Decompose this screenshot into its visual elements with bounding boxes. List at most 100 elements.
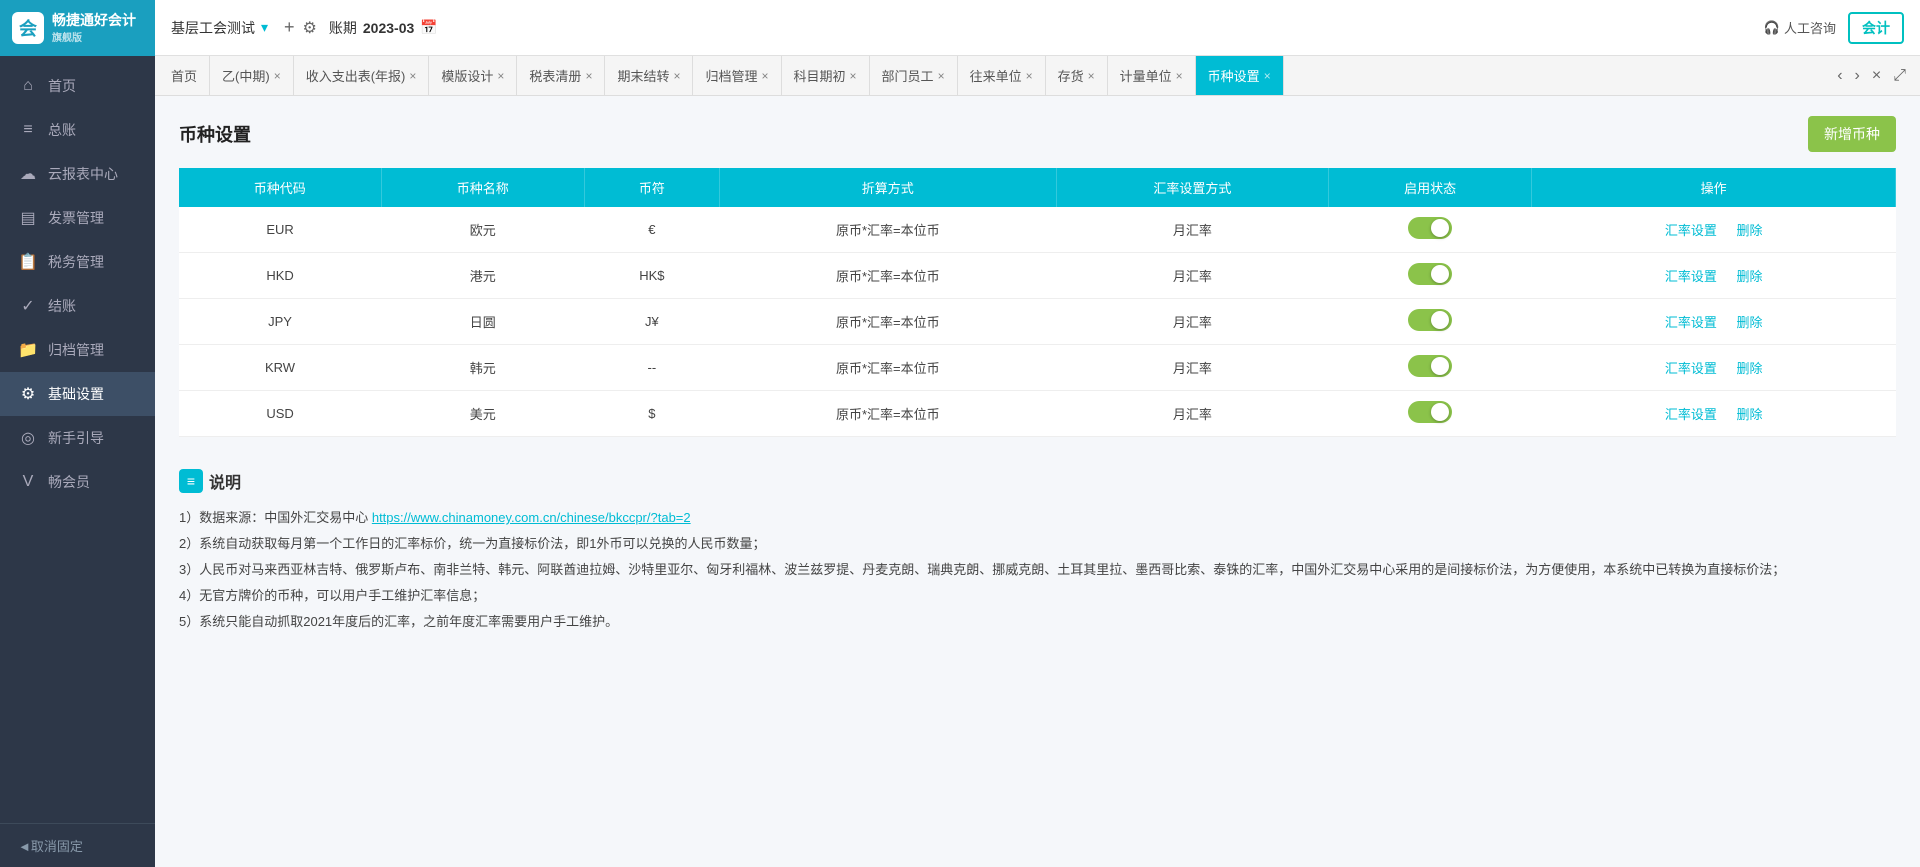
main-area: 基层工会测试 ▾ + ⚙ 账期 2023-03 📅 🎧 人工咨询 会计 首页 xyxy=(155,0,1920,867)
member-icon: V xyxy=(18,473,38,491)
accounting-button[interactable]: 会计 xyxy=(1848,12,1904,44)
settings-icon: ⚙ xyxy=(18,384,38,404)
tab-income[interactable]: 收入支出表(年报) × xyxy=(294,56,430,95)
tab-unit-close[interactable]: × xyxy=(1176,69,1183,83)
cell-name: 韩元 xyxy=(381,345,584,391)
cell-name: 美元 xyxy=(381,391,584,437)
cell-rate-type: 月汇率 xyxy=(1056,253,1328,299)
sidebar-item-home[interactable]: ⌂ 首页 xyxy=(0,64,155,108)
sidebar-item-guide[interactable]: ◎ 新手引导 xyxy=(0,416,155,460)
delete-link-eur[interactable]: 删除 xyxy=(1737,223,1763,238)
add-project-button[interactable]: + xyxy=(284,17,295,38)
rate-setting-link-usd[interactable]: 汇率设置 xyxy=(1665,407,1717,422)
calendar-icon[interactable]: 📅 xyxy=(420,19,437,36)
sidebar-item-archive[interactable]: 📁 归档管理 xyxy=(0,328,155,372)
delete-link-usd[interactable]: 删除 xyxy=(1737,407,1763,422)
tab-home-label: 首页 xyxy=(171,66,197,85)
project-name: 基层工会测试 xyxy=(171,18,255,38)
period-value: 2023-03 xyxy=(363,20,414,36)
tab-dept-close[interactable]: × xyxy=(938,69,945,83)
delete-link-krw[interactable]: 删除 xyxy=(1737,361,1763,376)
tab-template[interactable]: 模版设计 × xyxy=(429,56,517,95)
col-code: 币种代码 xyxy=(179,168,381,207)
toggle-usd[interactable] xyxy=(1408,401,1452,423)
tab-template-close[interactable]: × xyxy=(497,69,504,83)
tax-icon: 📋 xyxy=(18,252,38,272)
notes-item: 4）无官方牌价的币种，可以用户手工维护汇率信息； xyxy=(179,583,1896,609)
cell-actions: 汇率设置 删除 xyxy=(1532,253,1896,299)
tab-period-end-label: 期末结转 xyxy=(617,66,669,85)
project-selector[interactable]: 基层工会测试 ▾ xyxy=(171,18,268,38)
sidebar-item-invoice[interactable]: ▤ 发票管理 xyxy=(0,196,155,240)
rate-setting-link-krw[interactable]: 汇率设置 xyxy=(1665,361,1717,376)
tab-tax-label: 税表清册 xyxy=(529,66,581,85)
rate-setting-link-eur[interactable]: 汇率设置 xyxy=(1665,223,1717,238)
tab-next-icon[interactable]: › xyxy=(1851,65,1864,87)
tab-close-all-icon[interactable]: × xyxy=(1868,65,1885,87)
project-dropdown-icon[interactable]: ▾ xyxy=(261,19,268,36)
tab-archive-close[interactable]: × xyxy=(762,69,769,83)
tab-expand-icon[interactable]: ⤢ xyxy=(1889,65,1910,87)
sidebar-item-ledger[interactable]: ≡ 总账 xyxy=(0,108,155,152)
rate-setting-link-jpy[interactable]: 汇率设置 xyxy=(1665,315,1717,330)
tab-unit[interactable]: 计量单位 × xyxy=(1108,56,1196,95)
tab-currency-close[interactable]: × xyxy=(1264,69,1271,83)
sidebar-item-reports[interactable]: ☁ 云报表中心 xyxy=(0,152,155,196)
notes-item: 3）人民币对马来西亚林吉特、俄罗斯卢布、南非兰特、韩元、阿联酋迪拉姆、沙特里亚尔… xyxy=(179,557,1896,583)
tab-dept[interactable]: 部门员工 × xyxy=(870,56,958,95)
sidebar-item-settle[interactable]: ✓ 结账 xyxy=(0,284,155,328)
tab-prev-icon[interactable]: ‹ xyxy=(1833,65,1846,87)
tab-period-end[interactable]: 期末结转 × xyxy=(605,56,693,95)
new-currency-button[interactable]: 新增币种 xyxy=(1808,116,1896,152)
tab-period-close[interactable]: × xyxy=(274,69,281,83)
toggle-krw[interactable] xyxy=(1408,355,1452,377)
notes-section: ≡ 说明 1）数据来源：中国外汇交易中心 https://www.chinamo… xyxy=(179,469,1896,635)
consult-button[interactable]: 🎧 人工咨询 xyxy=(1764,18,1836,37)
app-logo: 会 畅捷通好会计 旗舰版 xyxy=(0,0,155,56)
cell-symbol: HK$ xyxy=(585,253,720,299)
tab-archive[interactable]: 归档管理 × xyxy=(693,56,781,95)
tab-inventory[interactable]: 存货 × xyxy=(1046,56,1108,95)
cell-toggle xyxy=(1328,391,1531,437)
tab-inventory-close[interactable]: × xyxy=(1088,69,1095,83)
tab-contact-label: 往来单位 xyxy=(970,66,1022,85)
tab-subjects[interactable]: 科目期初 × xyxy=(782,56,870,95)
sidebar-item-reports-label: 云报表中心 xyxy=(48,164,118,184)
tab-currency[interactable]: 币种设置 × xyxy=(1196,56,1284,95)
tab-contact[interactable]: 往来单位 × xyxy=(958,56,1046,95)
toggle-eur[interactable] xyxy=(1408,217,1452,239)
sidebar-item-settings[interactable]: ⚙ 基础设置 xyxy=(0,372,155,416)
sidebar-item-settings-label: 基础设置 xyxy=(48,384,104,404)
sidebar-item-settle-label: 结账 xyxy=(48,296,76,316)
delete-link-jpy[interactable]: 删除 xyxy=(1737,315,1763,330)
table-row: USD 美元 $ 原币*汇率=本位币 月汇率 汇率设置 删除 xyxy=(179,391,1896,437)
notes-external-link[interactable]: https://www.chinamoney.com.cn/chinese/bk… xyxy=(372,510,691,525)
tab-inventory-label: 存货 xyxy=(1058,66,1084,85)
tab-subjects-close[interactable]: × xyxy=(850,69,857,83)
cell-calc: 原币*汇率=本位币 xyxy=(719,391,1056,437)
rate-setting-link-hkd[interactable]: 汇率设置 xyxy=(1665,269,1717,284)
tab-period-end-close[interactable]: × xyxy=(673,69,680,83)
tab-contact-close[interactable]: × xyxy=(1026,69,1033,83)
tab-unit-label: 计量单位 xyxy=(1120,66,1172,85)
sidebar-pin-toggle[interactable]: ◄取消固定 xyxy=(0,823,155,867)
settings-button[interactable]: ⚙ xyxy=(303,18,317,38)
sidebar-item-member[interactable]: V 畅会员 xyxy=(0,460,155,504)
tab-home[interactable]: 首页 xyxy=(159,56,210,95)
cell-calc: 原币*汇率=本位币 xyxy=(719,253,1056,299)
currency-table: 币种代码 币种名称 币符 折算方式 汇率设置方式 启用状态 操作 EUR 欧元 … xyxy=(179,168,1896,437)
period-info: 账期 2023-03 📅 xyxy=(329,18,438,38)
tab-tax[interactable]: 税表清册 × xyxy=(517,56,605,95)
tab-period[interactable]: 乙(中期) × xyxy=(210,56,294,95)
tab-tax-close[interactable]: × xyxy=(585,69,592,83)
topbar: 基层工会测试 ▾ + ⚙ 账期 2023-03 📅 🎧 人工咨询 会计 xyxy=(155,0,1920,56)
toggle-jpy[interactable] xyxy=(1408,309,1452,331)
cell-name: 日圆 xyxy=(381,299,584,345)
sidebar: 会 畅捷通好会计 旗舰版 ⌂ 首页 ≡ 总账 ☁ 云报表中心 ▤ 发票管理 📋 … xyxy=(0,0,155,867)
toggle-hkd[interactable] xyxy=(1408,263,1452,285)
sidebar-item-tax[interactable]: 📋 税务管理 xyxy=(0,240,155,284)
delete-link-hkd[interactable]: 删除 xyxy=(1737,269,1763,284)
sidebar-item-guide-label: 新手引导 xyxy=(48,428,104,448)
tab-income-close[interactable]: × xyxy=(409,69,416,83)
settle-icon: ✓ xyxy=(18,296,38,316)
